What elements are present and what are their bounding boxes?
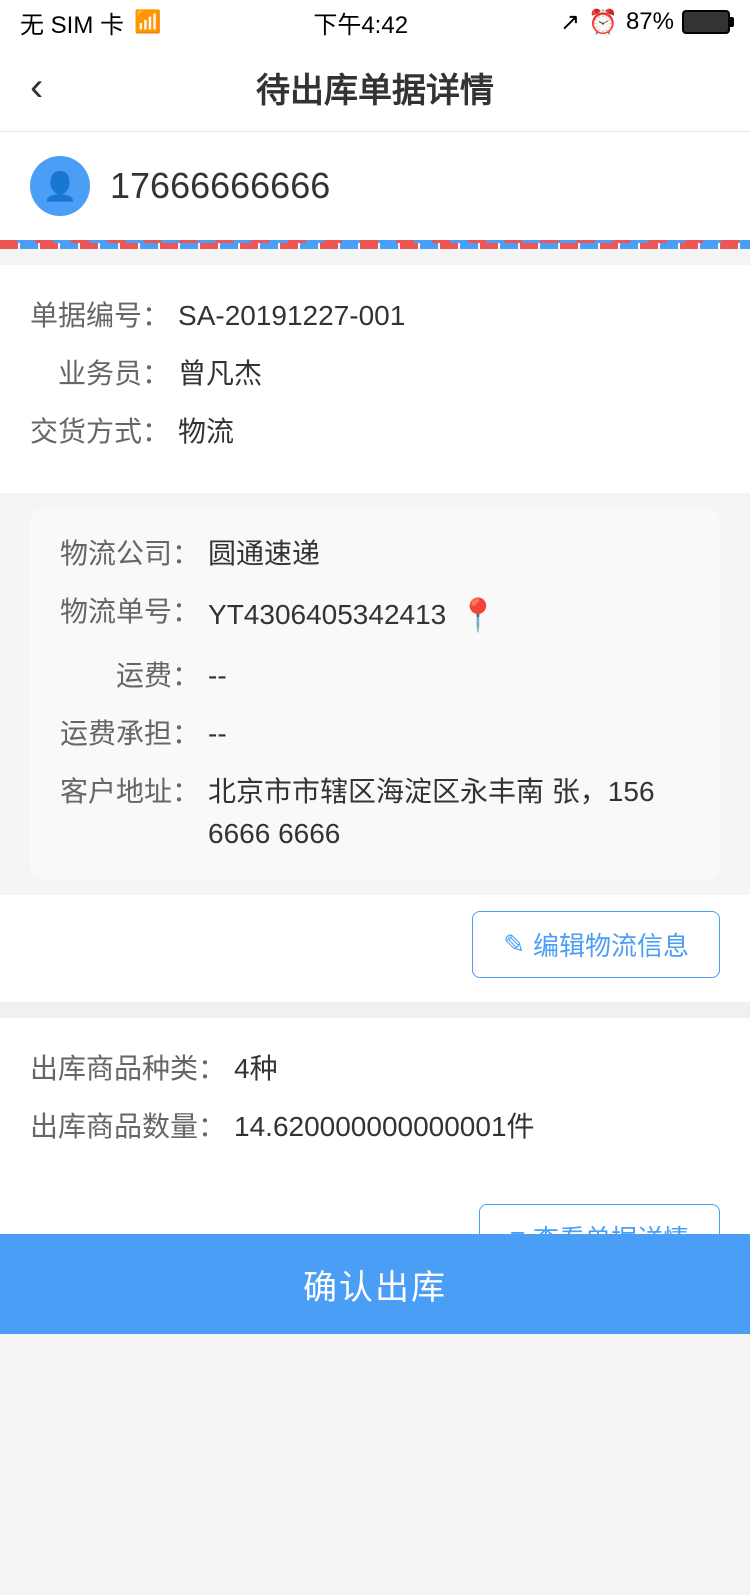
- logistics-address-row: 客户地址： 北京市市辖区海淀区永丰南 张，156 6666 6666: [60, 771, 690, 855]
- goods-types-label: 出库商品种类：: [30, 1048, 226, 1090]
- edit-logistics-button[interactable]: ✎ 编辑物流信息: [472, 911, 720, 978]
- goods-quantity-row: 出库商品数量： 14.620000000000001件: [30, 1106, 720, 1148]
- order-info-section: 单据编号： SA-20191227-001 业务员： 曾凡杰 交货方式： 物流: [0, 265, 750, 493]
- logistics-tracking-row: 物流单号： YT43064053424​13 📍: [60, 591, 690, 639]
- wifi-icon: 📶: [134, 9, 161, 35]
- delivery-label: 交货方式：: [30, 411, 170, 453]
- salesman-value: 曾凡杰: [178, 353, 720, 395]
- goods-types-row: 出库商品种类： 4种: [30, 1048, 720, 1090]
- logistics-freight-label: 运费：: [60, 655, 200, 697]
- status-bar: 无 SIM 卡 📶 下午4:42 ↗ ⏰ 87%: [0, 0, 750, 44]
- goods-quantity-label: 出库商品数量：: [30, 1106, 226, 1148]
- dashed-separator: [0, 243, 750, 249]
- status-right: ↗ ⏰ 87%: [560, 8, 730, 37]
- logistics-company-value: 圆通速递: [208, 533, 690, 575]
- nav-bar: ‹ 待出库单据详情: [0, 44, 750, 132]
- carrier-text: 无 SIM 卡: [20, 5, 124, 40]
- location-status-icon: ↗: [560, 8, 580, 37]
- edit-logistics-label: 编辑物流信息: [533, 926, 689, 963]
- battery-icon: [682, 10, 730, 34]
- salesman-label: 业务员：: [30, 353, 170, 395]
- logistics-freight-bear-label: 运费承担：: [60, 713, 200, 755]
- confirm-button[interactable]: 确认出库: [303, 1260, 447, 1309]
- status-time: 下午4:42: [313, 5, 408, 40]
- logistics-freight-bear-row: 运费承担： --: [60, 713, 690, 755]
- bottom-bar: 确认出库: [0, 1234, 750, 1334]
- logistics-freight-value: --: [208, 655, 690, 697]
- order-no-label: 单据编号：: [30, 295, 170, 337]
- tracking-number: YT43064053424​13: [208, 594, 446, 636]
- edit-icon: ✎: [503, 929, 525, 960]
- logistics-company-label: 物流公司：: [60, 533, 200, 575]
- goods-types-value: 4种: [234, 1048, 720, 1090]
- salesman-row: 业务员： 曾凡杰: [30, 353, 720, 395]
- logistics-freight-bear-value: --: [208, 713, 690, 755]
- battery-percent: 87%: [626, 8, 674, 36]
- logistics-tracking-label: 物流单号：: [60, 591, 200, 633]
- page-title: 待出库单据详情: [256, 63, 494, 112]
- order-no-value: SA-20191227-001: [178, 295, 720, 337]
- logistics-tracking-value: YT43064053424​13 📍: [208, 591, 690, 639]
- edit-logistics-section: ✎ 编辑物流信息: [0, 895, 750, 1002]
- avatar-icon: 👤: [43, 170, 78, 203]
- status-left: 无 SIM 卡 📶: [20, 5, 161, 40]
- logistics-freight-row: 运费： --: [60, 655, 690, 697]
- delivery-row: 交货方式： 物流: [30, 411, 720, 453]
- alarm-icon: ⏰: [588, 8, 618, 37]
- goods-section: 出库商品种类： 4种 出库商品数量： 14.620000000000001件: [0, 1018, 750, 1188]
- logistics-card: 物流公司： 圆通速递 物流单号： YT43064053424​13 📍 运费： …: [30, 509, 720, 879]
- logistics-company-row: 物流公司： 圆通速递: [60, 533, 690, 575]
- delivery-value: 物流: [178, 411, 720, 453]
- order-no-row: 单据编号： SA-20191227-001: [30, 295, 720, 337]
- logistics-address-value: 北京市市辖区海淀区永丰南 张，156 6666 6666: [208, 771, 690, 855]
- section-divider: [0, 1002, 750, 1018]
- avatar: 👤: [30, 156, 90, 216]
- customer-header: 👤 17666666666: [0, 132, 750, 243]
- map-pin-icon[interactable]: 📍: [458, 591, 498, 639]
- goods-quantity-value: 14.620000000000001件: [234, 1106, 720, 1148]
- logistics-address-label: 客户地址：: [60, 771, 200, 813]
- customer-phone: 17666666666: [110, 165, 330, 207]
- back-button[interactable]: ‹: [30, 65, 43, 110]
